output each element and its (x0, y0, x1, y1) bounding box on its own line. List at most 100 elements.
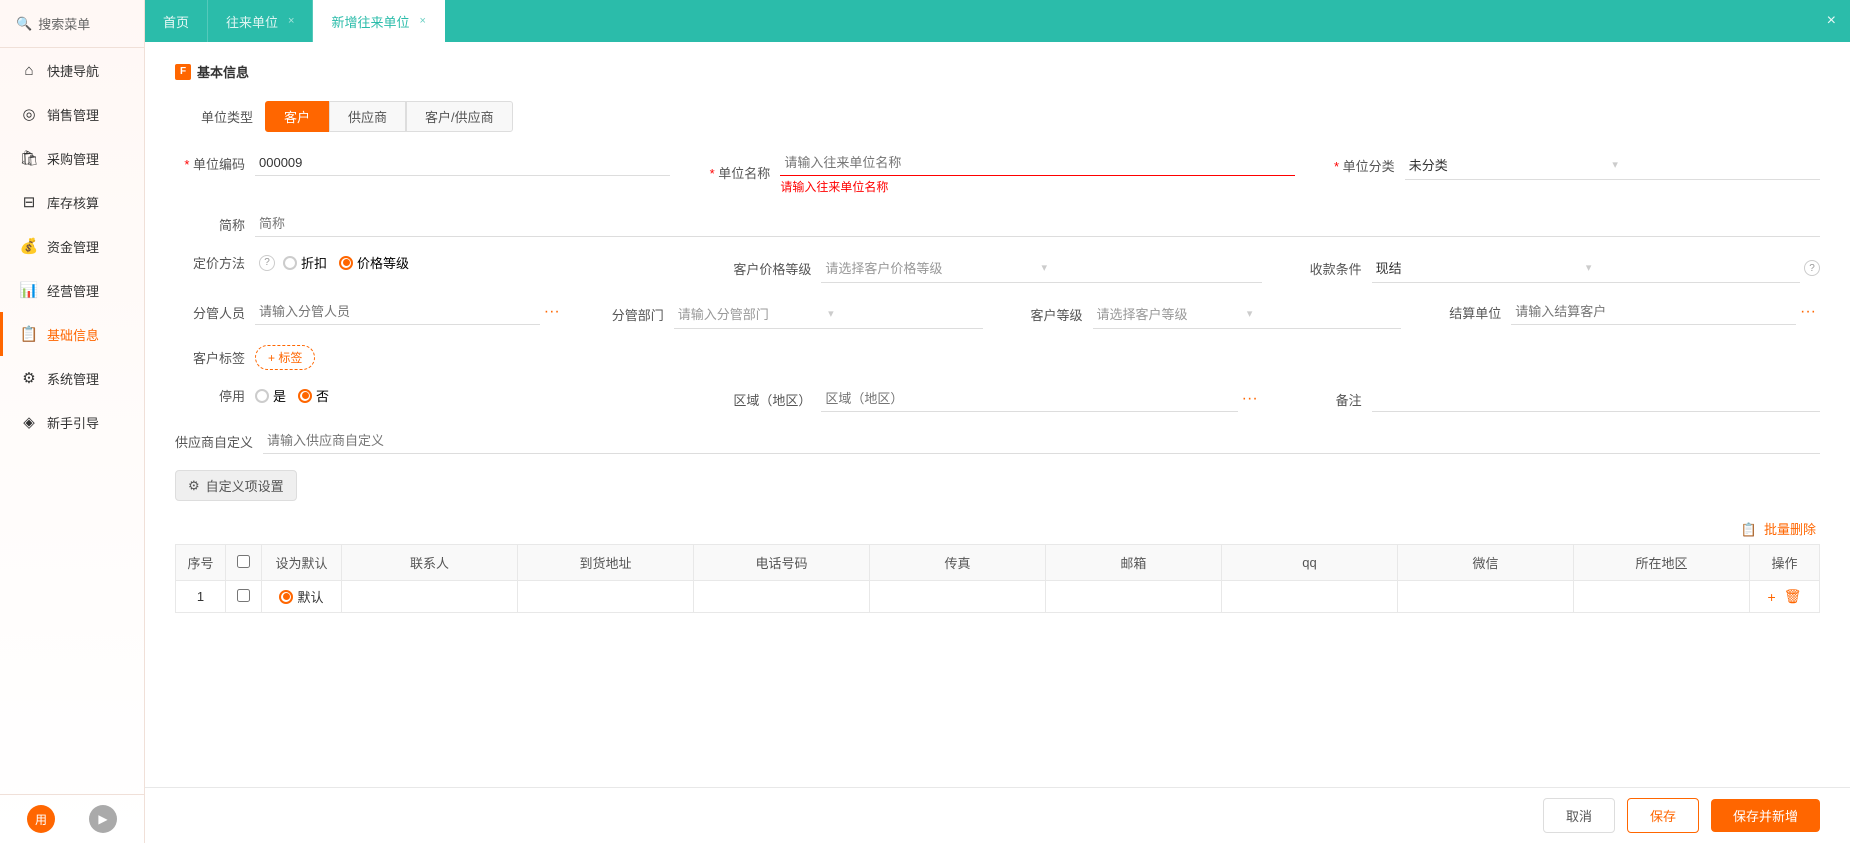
qq-input[interactable] (1228, 589, 1391, 604)
tab-home[interactable]: 首页 (145, 0, 208, 42)
contact-input[interactable] (348, 589, 511, 604)
sidebar-item-label: 采购管理 (47, 149, 99, 168)
form-row-6: 停用 是 否 区域（地区） ··· (175, 386, 1820, 412)
settings-shortcut[interactable]: ▶ (89, 805, 117, 833)
supplier-custom-field: 供应商自定义 (175, 428, 1820, 454)
th-email: 邮箱 (1045, 545, 1221, 581)
manager-input[interactable] (255, 299, 540, 325)
pricing-discount-option[interactable]: 折扣 (283, 253, 327, 272)
sidebar-item-sales[interactable]: ◎ 销售管理 (0, 92, 144, 136)
save-button[interactable]: 保存 (1627, 798, 1699, 833)
sidebar-item-finance[interactable]: 💰 资金管理 (0, 224, 144, 268)
sidebar-item-guide[interactable]: ◈ 新手引导 (0, 400, 144, 444)
tab-new-counterparty[interactable]: 新增往来单位 × (313, 0, 444, 42)
sidebar-item-inventory[interactable]: ⊟ 库存核算 (0, 180, 144, 224)
td-phone[interactable] (693, 581, 869, 613)
tag-add-button[interactable]: + 标签 (255, 345, 315, 370)
unit-type-customer-btn[interactable]: 客户 (265, 101, 329, 132)
settlement-unit-more-btn[interactable]: ··· (1796, 303, 1820, 321)
batch-delete-icon: 📋 (1740, 522, 1756, 537)
sidebar-item-purchase[interactable]: 🛍 采购管理 (0, 136, 144, 180)
payment-terms-value: 现结 (1376, 258, 1586, 277)
pricing-discount-label: 折扣 (301, 253, 327, 272)
search-icon: 🔍 (16, 16, 32, 32)
manager-more-btn[interactable]: ··· (540, 303, 564, 321)
row-add-btn[interactable]: + (1768, 589, 1776, 605)
form-footer: 取消 保存 保存并新增 (145, 787, 1850, 843)
form-row-4: 分管人员 ··· 分管部门 请输入分管部门 ▾ 客户等级 请选择客户等级 ▾ (175, 299, 1820, 329)
phone-input[interactable] (700, 589, 863, 604)
unit-code-label: 单位编码 (175, 154, 255, 173)
td-fax[interactable] (869, 581, 1045, 613)
region-input[interactable] (821, 386, 1237, 412)
form-content: F 基本信息 单位类型 客户 供应商 客户/供应商 单位编码 单位名称 (145, 42, 1850, 787)
department-select[interactable]: 请输入分管部门 ▾ (674, 299, 983, 329)
sidebar-item-quick-nav[interactable]: ⌂ 快捷导航 (0, 48, 144, 92)
pricing-grade-label: 价格等级 (357, 253, 409, 272)
tab-counterparty[interactable]: 往来单位 × (208, 0, 313, 42)
pricing-grade-option[interactable]: 价格等级 (339, 253, 409, 272)
window-close-button[interactable]: × (1827, 12, 1836, 30)
td-address[interactable] (517, 581, 693, 613)
payment-terms-help-icon[interactable]: ? (1804, 260, 1820, 276)
customer-price-level-select[interactable]: 请选择客户价格等级 ▾ (821, 253, 1261, 283)
section-icon: F (175, 64, 191, 80)
unit-name-field: 单位名称 请输入往来单位名称 (700, 150, 1294, 195)
unit-code-input[interactable] (255, 150, 670, 176)
pricing-method-help-icon[interactable]: ? (259, 255, 275, 271)
unit-type-supplier-btn[interactable]: 供应商 (329, 101, 406, 132)
tab-new-counterparty-close[interactable]: × (419, 15, 425, 27)
short-name-input[interactable] (255, 211, 1820, 237)
batch-delete-btn[interactable]: 批量删除 (1764, 522, 1816, 537)
row-delete-btn[interactable]: 🗑 (1784, 588, 1802, 605)
customer-tag-label: 客户标签 (175, 348, 255, 367)
unit-name-input[interactable] (780, 150, 1294, 176)
disabled-yes-option[interactable]: 是 (255, 386, 286, 405)
fax-input[interactable] (876, 589, 1039, 604)
customer-level-select[interactable]: 请选择客户等级 ▾ (1093, 299, 1402, 329)
unit-category-select[interactable]: 未分类 ▾ (1405, 150, 1820, 180)
sidebar-item-base[interactable]: 📋 基础信息 (0, 312, 144, 356)
short-name-label: 简称 (175, 215, 255, 234)
table-region-input[interactable] (1580, 589, 1743, 604)
td-region[interactable] (1574, 581, 1750, 613)
address-input[interactable] (524, 589, 687, 604)
save-and-new-button[interactable]: 保存并新增 (1711, 799, 1820, 832)
form-row-2: 简称 (175, 211, 1820, 237)
default-radio-circle (279, 590, 293, 604)
disabled-no-option[interactable]: 否 (298, 386, 329, 405)
sidebar-item-operation[interactable]: 📊 经营管理 (0, 268, 144, 312)
payment-terms-select[interactable]: 现结 ▾ (1372, 253, 1800, 283)
cancel-button[interactable]: 取消 (1543, 798, 1615, 833)
td-email[interactable] (1045, 581, 1221, 613)
unit-category-field: 单位分类 未分类 ▾ (1325, 150, 1820, 180)
select-all-checkbox[interactable] (237, 555, 250, 568)
department-field: 分管部门 请输入分管部门 ▾ (594, 299, 983, 329)
user-avatar[interactable]: 用 (27, 805, 55, 833)
td-qq[interactable] (1221, 581, 1397, 613)
td-wechat[interactable] (1398, 581, 1574, 613)
settlement-unit-input[interactable] (1511, 299, 1796, 325)
disabled-yes-label: 是 (273, 386, 286, 405)
supplier-custom-input[interactable] (263, 428, 1820, 454)
region-more-btn[interactable]: ··· (1238, 390, 1262, 408)
remark-input[interactable] (1372, 386, 1820, 412)
wechat-input[interactable] (1404, 589, 1567, 604)
email-input[interactable] (1052, 589, 1215, 604)
tab-counterparty-close[interactable]: × (288, 15, 294, 27)
custom-settings-button[interactable]: ⚙ 自定义项设置 (175, 470, 297, 501)
sidebar-item-system[interactable]: ⚙ 系统管理 (0, 356, 144, 400)
default-radio-item[interactable]: 默认 (268, 587, 335, 606)
unit-name-error: 请输入往来单位名称 (780, 178, 1294, 195)
th-seq: 序号 (176, 545, 226, 581)
chevron-down-icon: ▾ (1612, 158, 1816, 171)
row-checkbox[interactable] (237, 589, 250, 602)
td-contact[interactable] (342, 581, 518, 613)
th-contact: 联系人 (342, 545, 518, 581)
disabled-no-label: 否 (316, 386, 329, 405)
th-phone: 电话号码 (693, 545, 869, 581)
unit-type-both-btn[interactable]: 客户/供应商 (406, 101, 513, 132)
department-label: 分管部门 (594, 305, 674, 324)
search-menu[interactable]: 🔍 搜索菜单 (0, 0, 144, 48)
main-area: 首页 往来单位 × 新增往来单位 × × F 基本信息 单位类型 客户 供应商 … (145, 0, 1850, 843)
